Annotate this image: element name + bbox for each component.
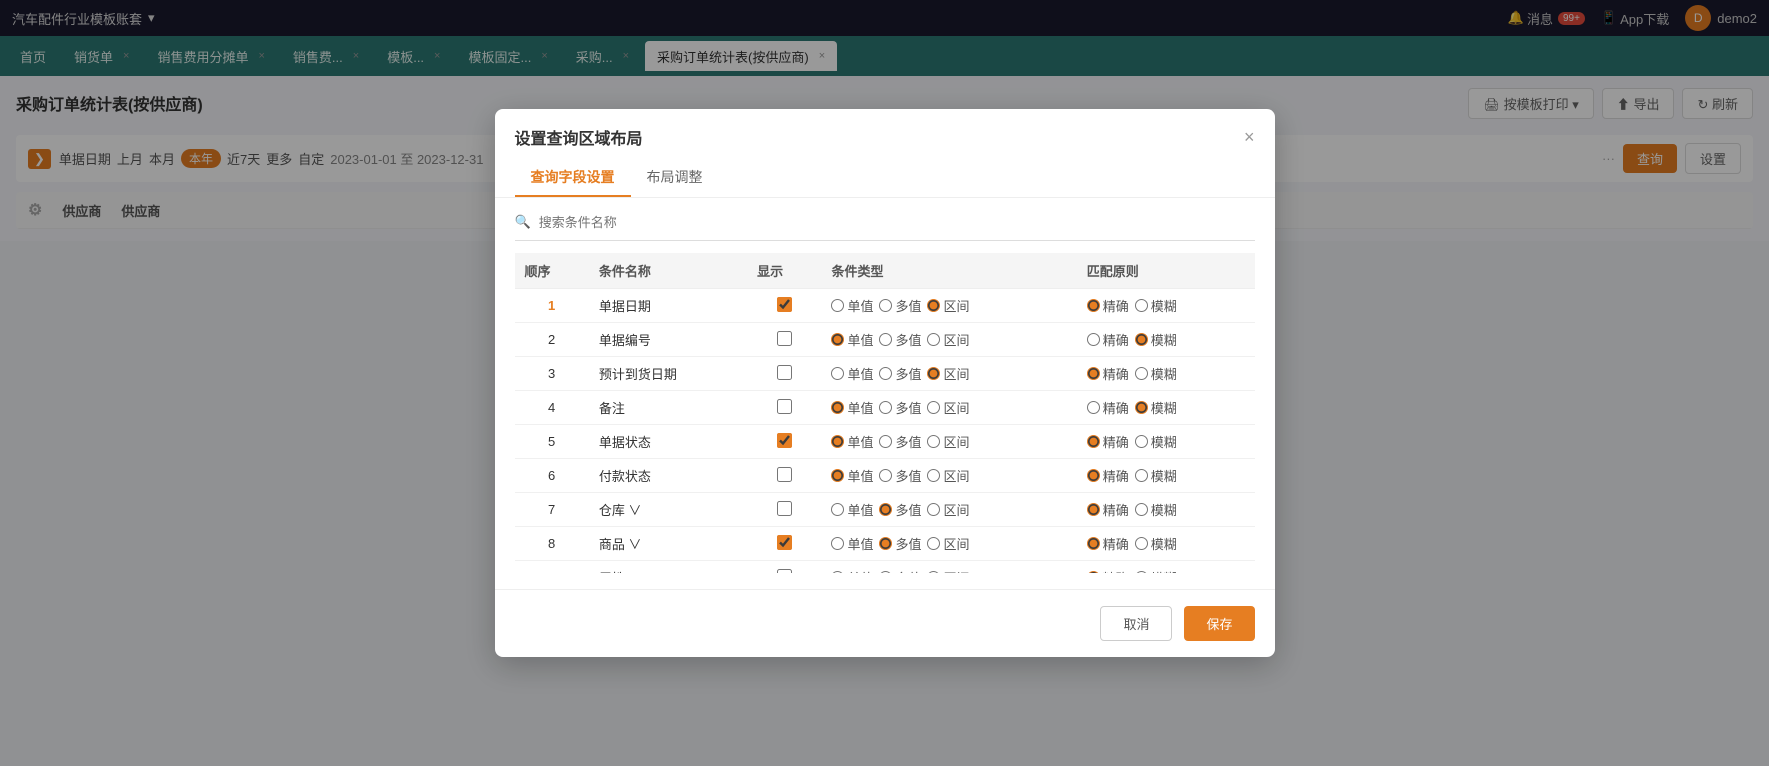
row-display[interactable] bbox=[747, 425, 821, 459]
row-order: 7 bbox=[515, 493, 589, 527]
th-match: 匹配原则 bbox=[1077, 253, 1255, 289]
row-type: 单值 多值 区间 bbox=[821, 357, 1076, 391]
dialog-body: 🔍 顺序 条件名称 显示 条件类型 匹配原则 bbox=[495, 198, 1275, 589]
table-row: 2 单据编号 单值 多值 区间 bbox=[515, 323, 1255, 357]
row-type: 单值 多值 区间 bbox=[821, 289, 1076, 323]
dialog-header: 设置查询区域布局 × bbox=[495, 109, 1275, 149]
row-display[interactable] bbox=[747, 459, 821, 493]
row-match: 精确 模糊 bbox=[1077, 289, 1255, 323]
table-row: 1 单据日期 单值 多值 区间 bbox=[515, 289, 1255, 323]
row-name: 仓库 ∨ bbox=[589, 493, 747, 527]
row-match: 精确 模糊 bbox=[1077, 459, 1255, 493]
row-name: 单据状态 bbox=[589, 425, 747, 459]
save-button[interactable]: 保存 bbox=[1184, 606, 1254, 641]
th-type: 条件类型 bbox=[821, 253, 1076, 289]
th-order: 顺序 bbox=[515, 253, 589, 289]
dialog-close-button[interactable]: × bbox=[1244, 127, 1255, 148]
row-name: 商品 ∨ bbox=[589, 527, 747, 561]
row-order: 4 bbox=[515, 391, 589, 425]
row-display[interactable] bbox=[747, 561, 821, 574]
row-order: 2 bbox=[515, 323, 589, 357]
dialog-title: 设置查询区域布局 bbox=[515, 125, 643, 149]
row-match: 精确 模糊 bbox=[1077, 493, 1255, 527]
row-name: 付款状态 bbox=[589, 459, 747, 493]
row-display[interactable] bbox=[747, 493, 821, 527]
row-type: 单值 多值 区间 bbox=[821, 527, 1076, 561]
conditions-table-scroll: 顺序 条件名称 显示 条件类型 匹配原则 1 单据日期 bbox=[515, 253, 1255, 573]
row-match: 精确 模糊 bbox=[1077, 425, 1255, 459]
row-match: 精确 模糊 bbox=[1077, 527, 1255, 561]
tab-query-fields-label: 查询字段设置 bbox=[531, 169, 615, 185]
row-type: 单值 多值 区间 bbox=[821, 561, 1076, 574]
row-order: 3 bbox=[515, 357, 589, 391]
row-type: 单值 多值 区间 bbox=[821, 493, 1076, 527]
search-icon: 🔍 bbox=[515, 214, 531, 230]
tab-layout-adjust[interactable]: 布局调整 bbox=[631, 159, 719, 197]
table-row: 3 预计到货日期 单值 多值 区间 bbox=[515, 357, 1255, 391]
row-match: 精确 模糊 bbox=[1077, 357, 1255, 391]
tab-layout-adjust-label: 布局调整 bbox=[647, 169, 703, 185]
search-input[interactable] bbox=[539, 215, 739, 230]
row-order: 1 bbox=[515, 289, 589, 323]
row-match: 精确 模糊 bbox=[1077, 561, 1255, 574]
table-row: 9 属性 ∨ 单值 多值 区间 bbox=[515, 561, 1255, 574]
row-name: 预计到货日期 bbox=[589, 357, 747, 391]
th-name: 条件名称 bbox=[589, 253, 747, 289]
row-type: 单值 多值 区间 bbox=[821, 459, 1076, 493]
dialog-tabs: 查询字段设置 布局调整 bbox=[495, 159, 1275, 198]
table-row: 6 付款状态 单值 多值 区间 bbox=[515, 459, 1255, 493]
tab-query-fields[interactable]: 查询字段设置 bbox=[515, 159, 631, 197]
table-row: 7 仓库 ∨ 单值 多值 区间 bbox=[515, 493, 1255, 527]
row-name: 备注 bbox=[589, 391, 747, 425]
dialog: 设置查询区域布局 × 查询字段设置 布局调整 🔍 bbox=[495, 109, 1275, 657]
row-order: 5 bbox=[515, 425, 589, 459]
row-match: 精确 模糊 bbox=[1077, 391, 1255, 425]
conditions-table: 顺序 条件名称 显示 条件类型 匹配原则 1 单据日期 bbox=[515, 253, 1255, 573]
row-display[interactable] bbox=[747, 323, 821, 357]
table-row: 5 单据状态 单值 多值 区间 bbox=[515, 425, 1255, 459]
row-type: 单值 多值 区间 bbox=[821, 425, 1076, 459]
row-display[interactable] bbox=[747, 391, 821, 425]
cancel-button[interactable]: 取消 bbox=[1100, 606, 1172, 641]
th-display: 显示 bbox=[747, 253, 821, 289]
row-name: 单据日期 bbox=[589, 289, 747, 323]
table-row: 4 备注 单值 多值 区间 bbox=[515, 391, 1255, 425]
dialog-footer: 取消 保存 bbox=[495, 589, 1275, 657]
row-order: 6 bbox=[515, 459, 589, 493]
row-name: 单据编号 bbox=[589, 323, 747, 357]
row-name: 属性 ∨ bbox=[589, 561, 747, 574]
row-order: 8 bbox=[515, 527, 589, 561]
table-row: 8 商品 ∨ 单值 多值 区间 bbox=[515, 527, 1255, 561]
row-order: 9 bbox=[515, 561, 589, 574]
modal-overlay: 设置查询区域布局 × 查询字段设置 布局调整 🔍 bbox=[0, 0, 1769, 766]
row-display[interactable] bbox=[747, 357, 821, 391]
row-type: 单值 多值 区间 bbox=[821, 323, 1076, 357]
row-type: 单值 多值 区间 bbox=[821, 391, 1076, 425]
row-display[interactable] bbox=[747, 289, 821, 323]
search-bar: 🔍 bbox=[515, 214, 1255, 241]
row-match: 精确 模糊 bbox=[1077, 323, 1255, 357]
row-display[interactable] bbox=[747, 527, 821, 561]
